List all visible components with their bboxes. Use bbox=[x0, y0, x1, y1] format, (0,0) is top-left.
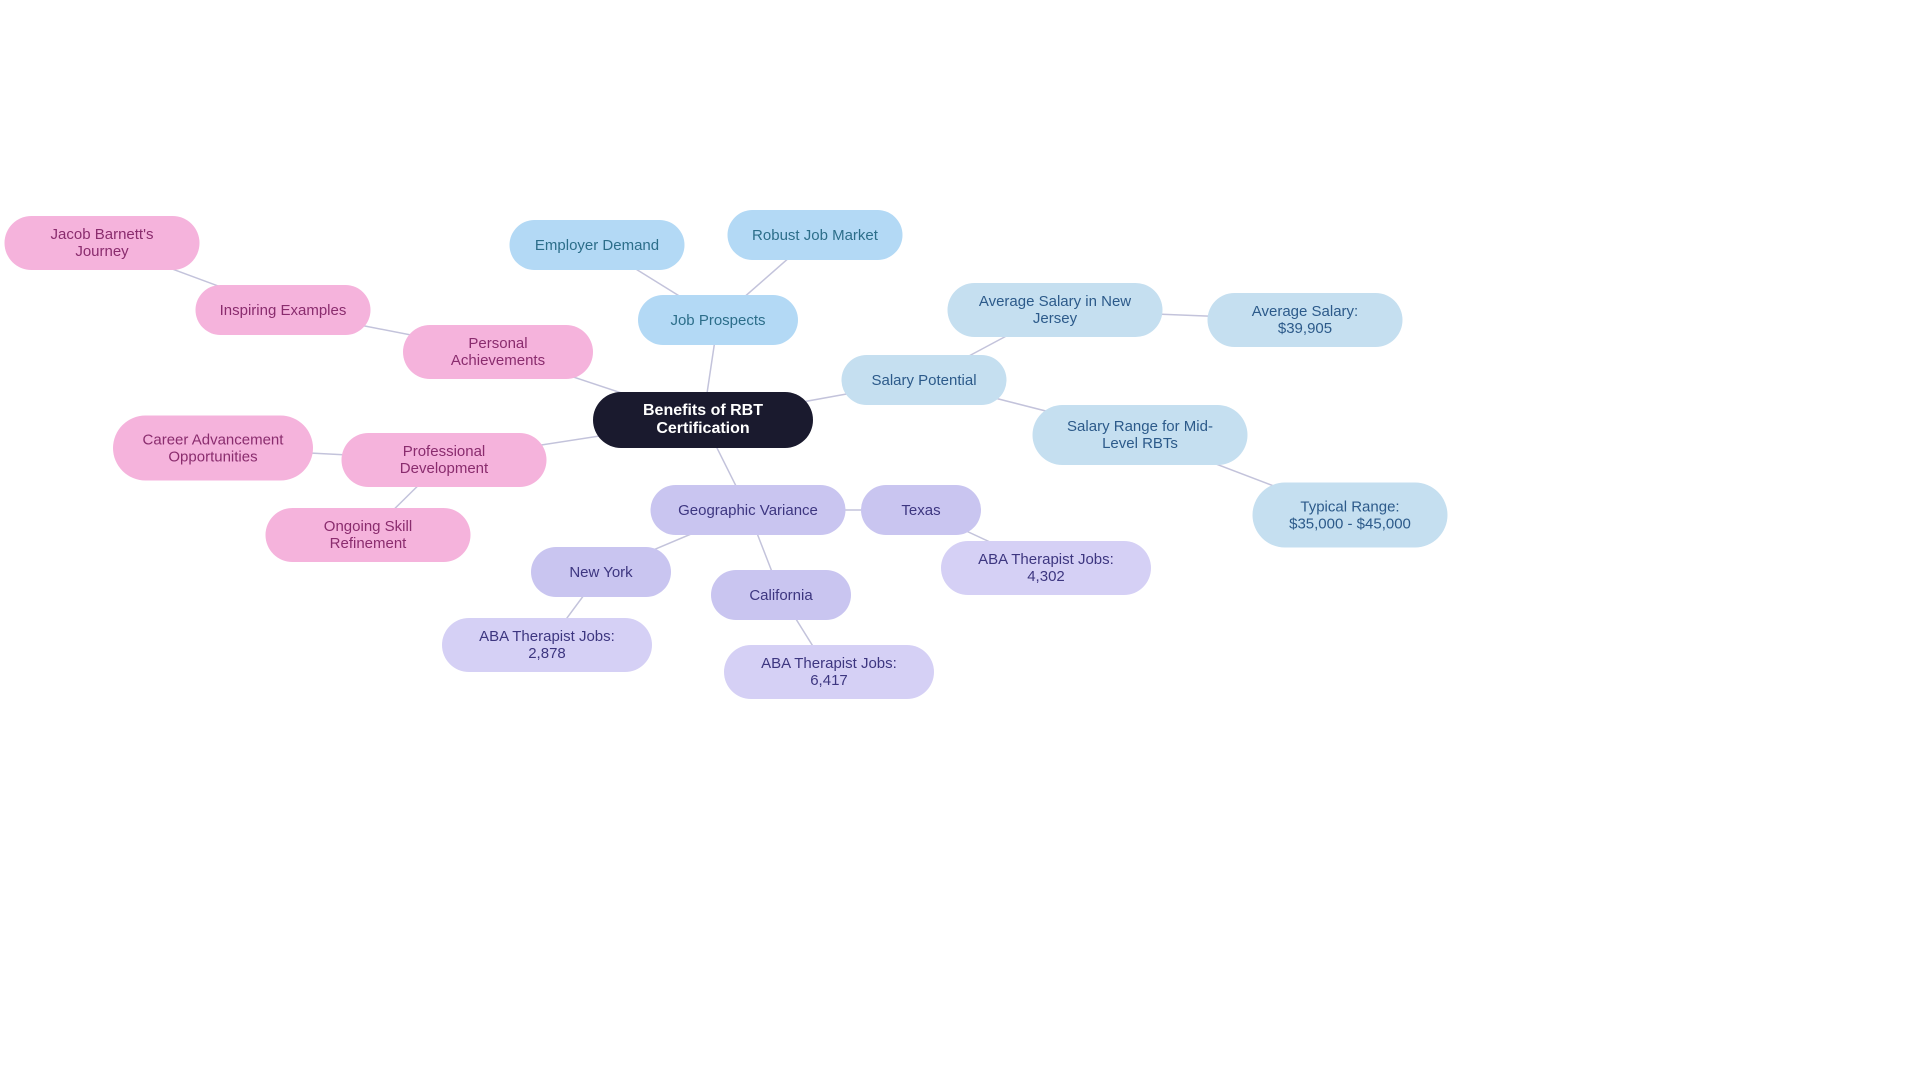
node-avg-salary-nj: Average Salary in New Jersey bbox=[948, 283, 1163, 337]
center-node: Benefits of RBT Certification bbox=[593, 392, 813, 448]
node-salary-potential: Salary Potential bbox=[842, 355, 1007, 405]
node-new-york: New York bbox=[531, 547, 671, 597]
node-aba-ny: ABA Therapist Jobs: 2,878 bbox=[442, 618, 652, 672]
node-professional-development: Professional Development bbox=[342, 433, 547, 487]
node-jacob-journey: Jacob Barnett's Journey bbox=[5, 216, 200, 270]
node-aba-tx: ABA Therapist Jobs: 4,302 bbox=[941, 541, 1151, 595]
node-robust-job-market: Robust Job Market bbox=[728, 210, 903, 260]
node-job-prospects: Job Prospects bbox=[638, 295, 798, 345]
node-typical-range: Typical Range: $35,000 - $45,000 bbox=[1253, 483, 1448, 548]
mindmap-container: Benefits of RBT Certification Job Prospec… bbox=[0, 0, 1920, 1083]
node-avg-salary-value: Average Salary: $39,905 bbox=[1208, 293, 1403, 347]
node-california: California bbox=[711, 570, 851, 620]
node-ongoing-skill: Ongoing Skill Refinement bbox=[266, 508, 471, 562]
node-career-advancement: Career Advancement Opportunities bbox=[113, 416, 313, 481]
node-aba-ca: ABA Therapist Jobs: 6,417 bbox=[724, 645, 934, 699]
node-personal-achievements: Personal Achievements bbox=[403, 325, 593, 379]
node-geographic-variance: Geographic Variance bbox=[651, 485, 846, 535]
node-texas: Texas bbox=[861, 485, 981, 535]
node-inspiring-examples: Inspiring Examples bbox=[196, 285, 371, 335]
node-employer-demand: Employer Demand bbox=[510, 220, 685, 270]
node-salary-range-mid: Salary Range for Mid-Level RBTs bbox=[1033, 405, 1248, 465]
